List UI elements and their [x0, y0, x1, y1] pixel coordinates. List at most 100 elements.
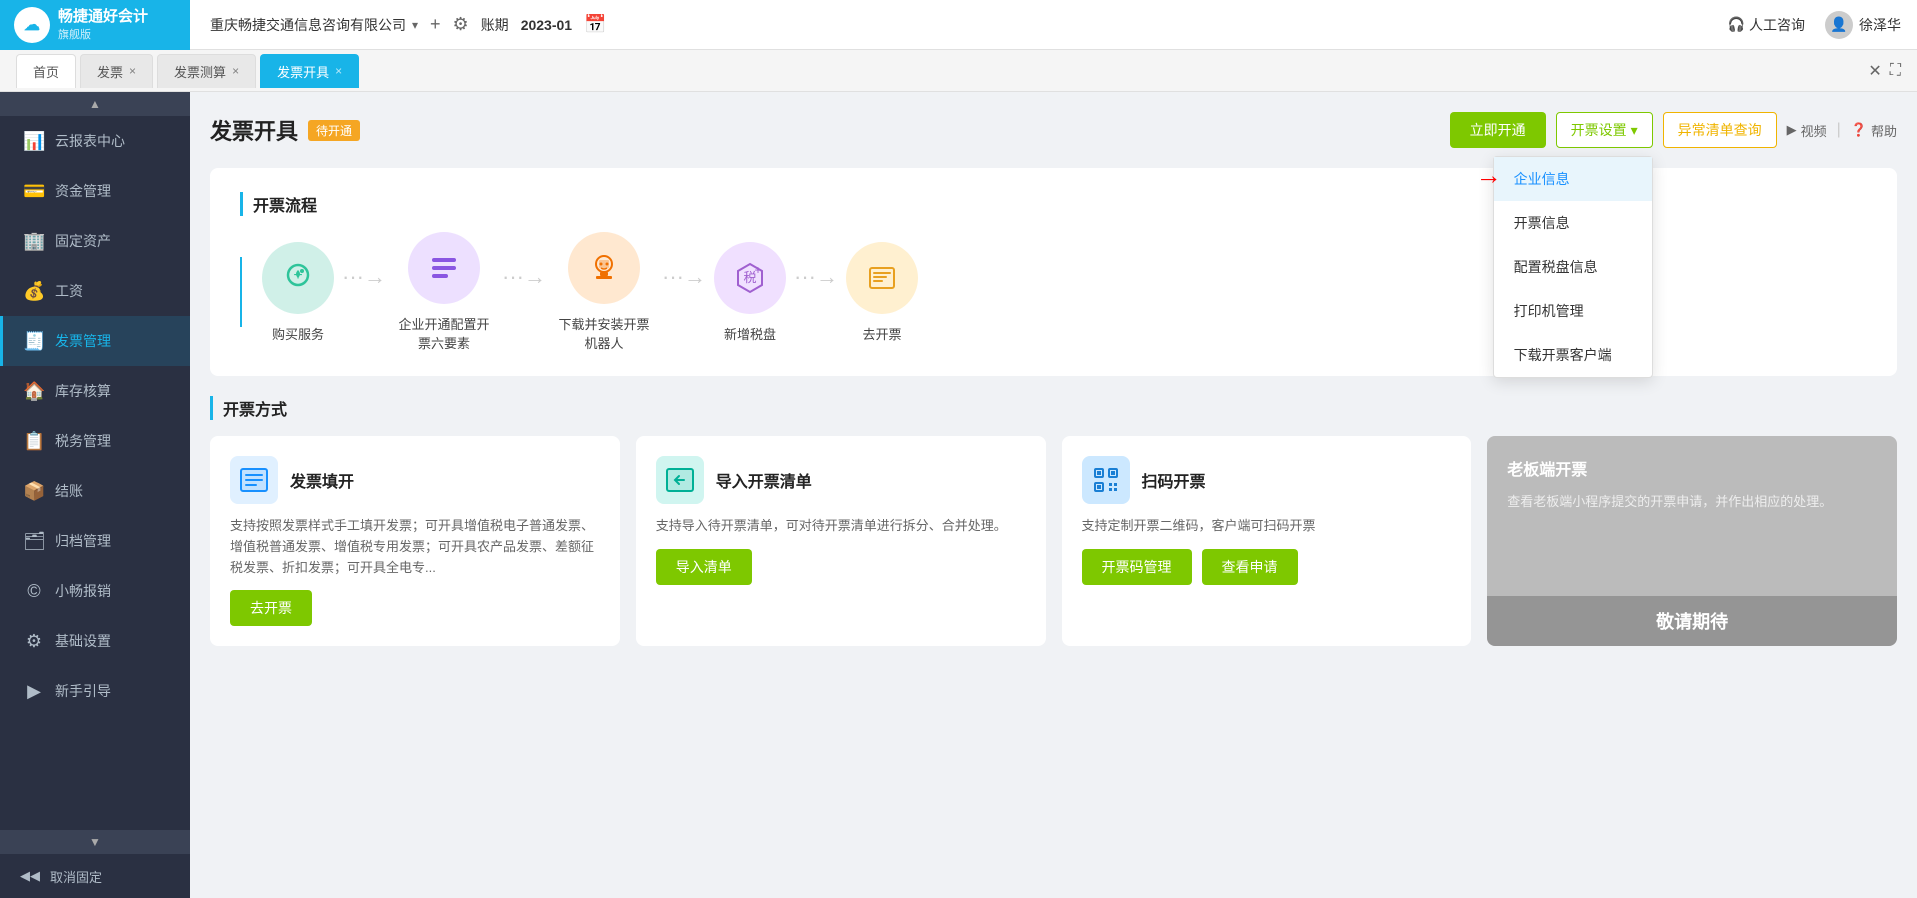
- tax-icon: 📋: [23, 431, 45, 452]
- dropdown-item-tax-disk[interactable]: 配置税盘信息: [1494, 245, 1652, 289]
- anomaly-list-button[interactable]: 异常清单查询: [1663, 112, 1777, 148]
- sidebar-item-guide[interactable]: ▶ 新手引导: [0, 666, 190, 716]
- invoice-settings-button[interactable]: 开票设置 ▾: [1556, 112, 1653, 148]
- company-selector[interactable]: 重庆畅捷交通信息咨询有限公司 ▾: [210, 15, 418, 35]
- sidebar-item-expense[interactable]: © 小畅报销: [0, 566, 190, 616]
- sidebar-item-reports[interactable]: 📊 云报表中心: [0, 116, 190, 166]
- method-card-import-header: 导入开票清单: [656, 456, 1026, 504]
- flow-arrow-3: ···→: [654, 264, 714, 320]
- status-badge: 待开通: [308, 120, 360, 141]
- play-icon: ▶: [1787, 122, 1797, 138]
- flow-step-3-label: 下载并安装开票机器人: [554, 314, 654, 352]
- headset-icon: 🎧: [1728, 16, 1745, 33]
- guide-icon: ▶: [23, 681, 45, 702]
- sidebar-item-funds[interactable]: 💳 资金管理: [0, 166, 190, 216]
- sidebar-item-invoice[interactable]: 🧾 发票管理: [0, 316, 190, 366]
- video-button[interactable]: ▶ 视频: [1787, 121, 1827, 140]
- method-card-manual-desc: 支持按照发票样式手工填开发票；可开具增值税电子普通发票、增值税普通发票、增值税专…: [230, 516, 600, 578]
- dropdown-company-label: 企业信息: [1514, 169, 1570, 189]
- qr-code-manage-button[interactable]: 开票码管理: [1082, 549, 1192, 585]
- sidebar-scroll-up[interactable]: ▲: [0, 92, 190, 116]
- dropdown-item-invoice-info[interactable]: 开票信息: [1494, 201, 1652, 245]
- manual-invoice-button[interactable]: 去开票: [230, 590, 312, 626]
- tab-home[interactable]: 首页: [16, 54, 76, 88]
- sidebar-item-assets[interactable]: 🏢 固定资产: [0, 216, 190, 266]
- invoice-settings-label: 开票设置: [1571, 120, 1627, 140]
- flow-step-1-icon: +: [262, 242, 334, 314]
- sidebar-unpin-button[interactable]: ◀◀ 取消固定: [0, 854, 190, 898]
- help-button[interactable]: ❓ 帮助: [1851, 121, 1897, 140]
- tab-invoice-calc-label: 发票测算: [174, 62, 226, 81]
- dropdown-printer-label: 打印机管理: [1514, 301, 1584, 321]
- logo-icon: ☁: [14, 7, 50, 43]
- app-logo: ☁ 畅捷通好会计 旗舰版: [0, 0, 190, 50]
- anomaly-list-label: 异常清单查询: [1678, 120, 1762, 140]
- sidebar-item-inventory[interactable]: 🏠 库存核算: [0, 366, 190, 416]
- avatar: 👤: [1825, 11, 1853, 39]
- user-name: 徐泽华: [1859, 15, 1901, 35]
- tab-invoice-close-icon[interactable]: ×: [129, 64, 136, 78]
- view-application-scan-button[interactable]: 查看申请: [1202, 549, 1298, 585]
- page-title: 发票开具: [210, 114, 298, 146]
- tabs-bar: 首页 发票 × 发票测算 × 发票开具 × ✕ ⛶: [0, 50, 1917, 92]
- sidebar-item-salary[interactable]: 💰 工资: [0, 266, 190, 316]
- page-header: 发票开具 待开通 立即开通 开票设置 ▾ 企业信息: [210, 112, 1897, 148]
- maximize-window-button[interactable]: ⛶: [1890, 62, 1901, 80]
- dropdown-item-printer[interactable]: 打印机管理: [1494, 289, 1652, 333]
- sidebar-item-inventory-label: 库存核算: [55, 381, 111, 401]
- flow-step-2-label: 企业开通配置开票六要素: [394, 314, 494, 352]
- flow-step-4-label: 新增税盘: [724, 324, 776, 343]
- tab-invoice-issue-close-icon[interactable]: ×: [335, 64, 342, 78]
- flow-divider: [240, 257, 242, 327]
- flow-step-1-label: 购买服务: [272, 324, 324, 343]
- topbar-right: 🎧 人工咨询 👤 徐泽华: [1728, 11, 1901, 39]
- flow-step-1: + 购买服务: [262, 242, 334, 343]
- unpin-label: 取消固定: [50, 867, 102, 886]
- method-card-boss: 老板端开票 查看老板端小程序提交的开票申请，并作出相应的处理。 敬请期待: [1487, 436, 1897, 646]
- add-button[interactable]: +: [430, 14, 441, 35]
- sidebar-item-archive[interactable]: 🗂 归档管理: [0, 516, 190, 566]
- flow-step-3: 下载并安装开票机器人: [554, 232, 654, 352]
- sidebar-item-tax[interactable]: 📋 税务管理: [0, 416, 190, 466]
- base-settings-icon: ⚙: [23, 631, 45, 652]
- flow-step-3-icon: [568, 232, 640, 304]
- sidebar: ▲ 📊 云报表中心 💳 资金管理 🏢 固定资产 💰 工资 🧾 发票管理 🏠 库存…: [0, 92, 190, 898]
- tab-invoice-calc-close-icon[interactable]: ×: [232, 64, 239, 78]
- question-icon: ❓: [1851, 122, 1867, 138]
- settings-dropdown-container: 开票设置 ▾ 企业信息 开票信息 配置税盘信息: [1556, 112, 1653, 148]
- scan-buttons: 开票码管理 查看申请: [1082, 549, 1452, 585]
- tab-invoice-calc[interactable]: 发票测算 ×: [157, 54, 256, 88]
- method-card-boss-header: 老板端开票: [1507, 456, 1877, 480]
- sidebar-item-settings[interactable]: ⚙ 基础设置: [0, 616, 190, 666]
- support-button[interactable]: 🎧 人工咨询: [1728, 15, 1805, 35]
- import-list-button[interactable]: 导入清单: [656, 549, 752, 585]
- activate-button[interactable]: 立即开通: [1450, 112, 1546, 148]
- top-bar: ☁ 畅捷通好会计 旗舰版 重庆畅捷交通信息咨询有限公司 ▾ + ⚙ 账期 202…: [0, 0, 1917, 50]
- dropdown-item-company[interactable]: 企业信息: [1494, 157, 1652, 201]
- method-card-manual-header: 发票填开: [230, 456, 600, 504]
- sidebar-item-guide-label: 新手引导: [55, 681, 111, 701]
- user-info[interactable]: 👤 徐泽华: [1825, 11, 1901, 39]
- sidebar-scroll-down[interactable]: ▼: [0, 830, 190, 854]
- settlement-icon: 📦: [23, 481, 45, 502]
- sidebar-item-settlement[interactable]: 📦 结账: [0, 466, 190, 516]
- sidebar-item-invoice-label: 发票管理: [55, 331, 111, 351]
- calendar-icon[interactable]: 📅: [584, 14, 606, 35]
- sidebar-item-expense-label: 小畅报销: [55, 581, 111, 601]
- sidebar-item-settings-label: 基础设置: [55, 631, 111, 651]
- overlay-text: 敬请期待: [1656, 612, 1728, 632]
- tab-invoice-label: 发票: [97, 62, 123, 81]
- tab-invoice[interactable]: 发票 ×: [80, 54, 153, 88]
- settings-dropdown-menu: 企业信息 开票信息 配置税盘信息 打印机管理 下载开票客户端: [1493, 156, 1653, 378]
- flow-step-4: 税+ 新增税盘: [714, 242, 786, 343]
- tab-invoice-issue[interactable]: 发票开具 ×: [260, 54, 359, 88]
- dropdown-item-download-client[interactable]: 下载开票客户端: [1494, 333, 1652, 377]
- method-card-scan-header: 扫码开票: [1082, 456, 1452, 504]
- svg-text:+: +: [293, 267, 302, 284]
- settings-button[interactable]: ⚙: [453, 14, 469, 35]
- flow-step-5-icon: [846, 242, 918, 314]
- close-window-button[interactable]: ✕: [1868, 61, 1881, 81]
- method-card-manual: 发票填开 支持按照发票样式手工填开发票；可开具增值税电子普通发票、增值税普通发票…: [210, 436, 620, 646]
- layout: ▲ 📊 云报表中心 💳 资金管理 🏢 固定资产 💰 工资 🧾 发票管理 🏠 库存…: [0, 92, 1917, 898]
- flow-step-5-label: 去开票: [862, 324, 901, 343]
